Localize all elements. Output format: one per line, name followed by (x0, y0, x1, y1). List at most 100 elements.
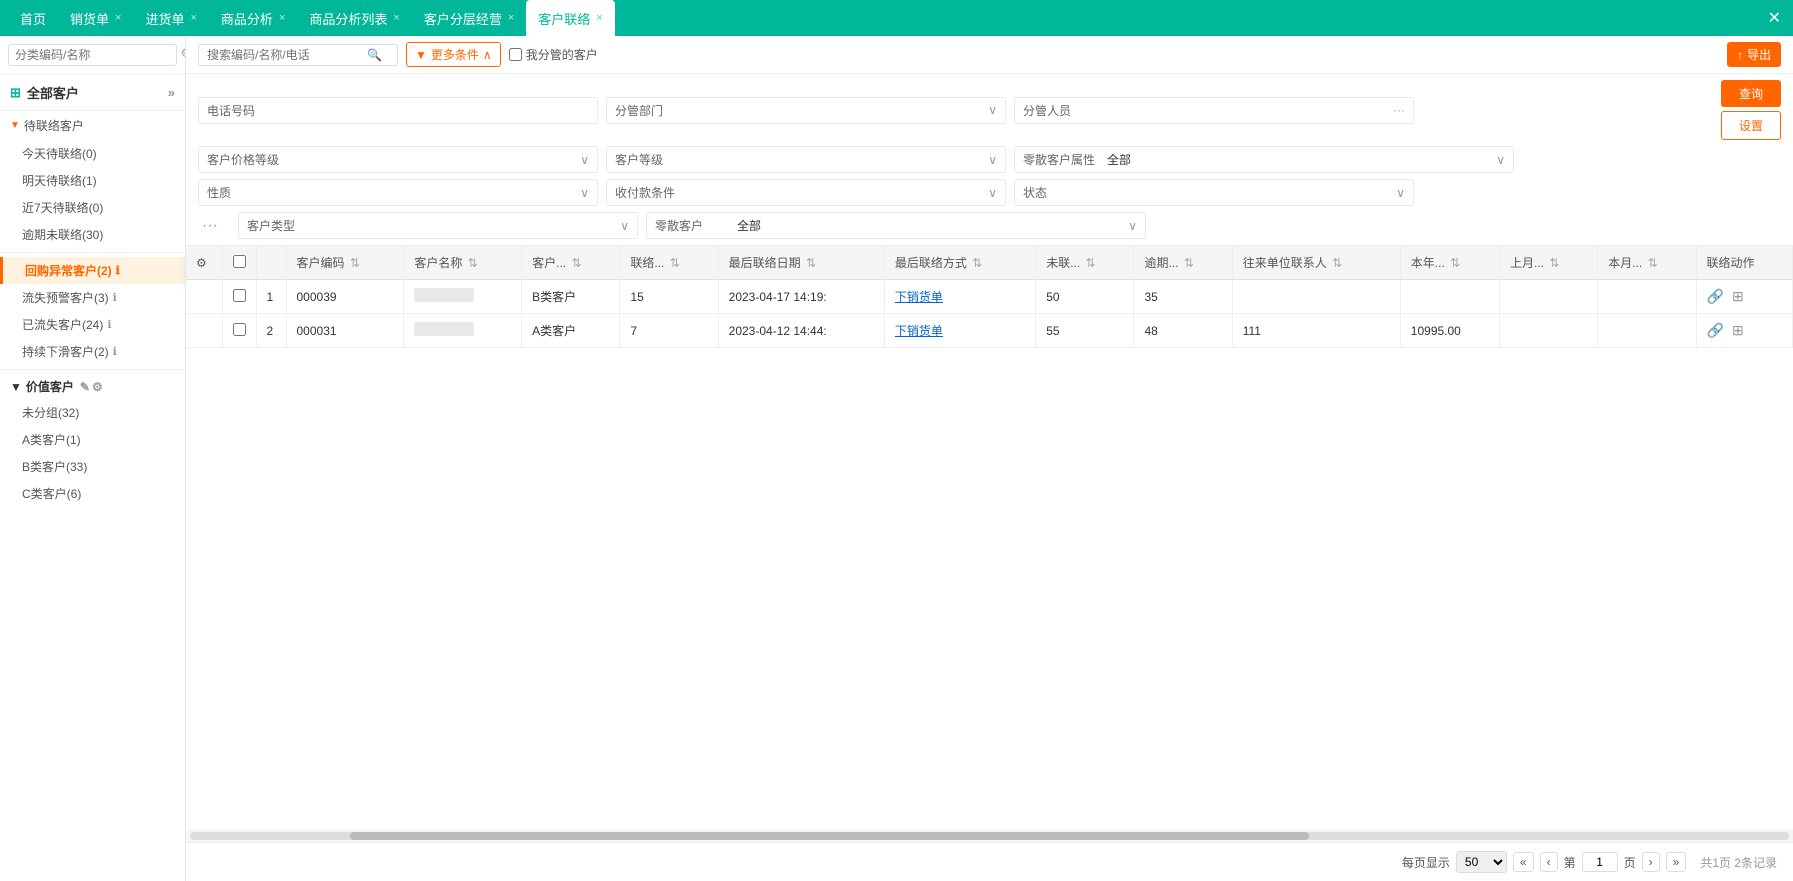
collapse-sidebar-button[interactable]: » (168, 85, 175, 100)
prev-page-button[interactable]: ‹ (1540, 852, 1558, 872)
nav-product-analysis-close[interactable]: × (279, 12, 285, 24)
nav-home[interactable]: 首页 (8, 0, 58, 36)
sidebar-item-tomorrow[interactable]: 明天待联络(1) (0, 167, 185, 194)
filter-status[interactable]: 状态 ∨ (1014, 179, 1414, 206)
query-action-buttons: 查询 设置 (1721, 80, 1781, 140)
nav-product-analysis[interactable]: 商品分析 × (209, 0, 297, 36)
sort-unit-icon[interactable]: ⇅ (1332, 256, 1342, 270)
col-overdue[interactable]: 逾期... ⇅ (1134, 246, 1232, 280)
col-num (256, 246, 286, 280)
last-method-link-1[interactable]: 下销货单 (895, 324, 943, 338)
nav-customer-segmentation-close[interactable]: × (508, 12, 514, 24)
row-select-1[interactable] (233, 323, 246, 336)
col-settings[interactable]: ⚙ (186, 246, 222, 280)
filter-nature[interactable]: 性质 ∨ (198, 179, 598, 206)
sidebar-item-today[interactable]: 今天待联络(0) (0, 140, 185, 167)
more-options-button[interactable]: ··· (198, 217, 222, 235)
sort-type-icon[interactable]: ⇅ (571, 256, 581, 270)
sidebar-item-7days[interactable]: 近7天待联络(0) (0, 194, 185, 221)
sort-date-icon[interactable]: ⇅ (806, 256, 816, 270)
row-contact-1: 7 (620, 314, 718, 348)
sidebar-search-input[interactable] (8, 44, 177, 66)
col-contact[interactable]: 联络... ⇅ (620, 246, 718, 280)
main-search-icon[interactable]: 🔍 (367, 48, 382, 62)
select-all-checkbox[interactable] (233, 255, 246, 268)
sidebar-item-declining[interactable]: 持续下滑客户(2) ℹ (0, 338, 185, 365)
nav-customer-segmentation[interactable]: 客户分层经营 × (412, 0, 526, 36)
query-button[interactable]: 查询 (1721, 80, 1781, 107)
sidebar-item-churned[interactable]: 已流失客户(24) ℹ (0, 311, 185, 338)
filter-customer-level[interactable]: 客户等级 ∨ (606, 146, 1006, 173)
nav-sales[interactable]: 销货单 × (58, 0, 133, 36)
row-checkbox-0 (222, 280, 256, 314)
action-link-icon-1[interactable]: 🔗 (1707, 322, 1724, 339)
grid-icon: ⊞ (10, 85, 21, 101)
sidebar-item-overdue[interactable]: 逾期未联络(30) (0, 221, 185, 248)
sidebar-item-unclassified[interactable]: 未分组(32) (0, 399, 185, 426)
sidebar-item-churn-warning[interactable]: 流失预警客户(3) ℹ (0, 284, 185, 311)
col-this-month[interactable]: 本月... ⇅ (1598, 246, 1696, 280)
next-page-button[interactable]: › (1642, 852, 1660, 872)
sort-year-icon[interactable]: ⇅ (1450, 256, 1460, 270)
col-type[interactable]: 客户... ⇅ (522, 246, 620, 280)
sort-method-icon[interactable]: ⇅ (972, 256, 982, 270)
sort-code-icon[interactable]: ⇅ (350, 256, 360, 270)
sort-name-icon[interactable]: ⇅ (468, 256, 478, 270)
col-this-year[interactable]: 本年... ⇅ (1400, 246, 1499, 280)
col-name[interactable]: 客户名称 ⇅ (404, 246, 522, 280)
sort-this-month-icon[interactable]: ⇅ (1648, 256, 1658, 270)
nav-product-analysis-list-close[interactable]: × (393, 12, 399, 24)
filter-payment[interactable]: 收付款条件 ∨ (606, 179, 1006, 206)
main-search-input[interactable] (207, 48, 367, 62)
col-last-contact-method[interactable]: 最后联络方式 ⇅ (884, 246, 1035, 280)
sidebar-divider-1 (0, 252, 185, 253)
edit-icon[interactable]: ✎ (80, 380, 90, 394)
close-all-tabs-button[interactable]: ✕ (1768, 8, 1781, 28)
nav-product-analysis-list[interactable]: 商品分析列表 × (297, 0, 411, 36)
action-grid-icon-1[interactable]: ⊞ (1732, 322, 1744, 339)
first-page-button[interactable]: « (1513, 852, 1534, 872)
export-button[interactable]: ↑ 导出 (1727, 42, 1781, 67)
last-page-button[interactable]: » (1666, 852, 1687, 872)
col-uncontacted[interactable]: 未联... ⇅ (1036, 246, 1134, 280)
col-unit-contact[interactable]: 往来单位联系人 ⇅ (1232, 246, 1400, 280)
nav-purchase[interactable]: 进货单 × (133, 0, 208, 36)
filter-phone-input[interactable] (281, 103, 589, 117)
scroll-thumb[interactable] (350, 832, 1309, 840)
nav-purchase-close[interactable]: × (190, 12, 196, 24)
col-code[interactable]: 客户编码 ⇅ (286, 246, 404, 280)
settings-icon-value[interactable]: ⚙ (92, 380, 103, 394)
nav-sales-close[interactable]: × (115, 12, 121, 24)
my-customers-checkbox[interactable] (509, 48, 522, 61)
col-last-month[interactable]: 上月... ⇅ (1499, 246, 1597, 280)
page-number-input[interactable] (1582, 852, 1618, 872)
filter-customer-type[interactable]: 客户类型 ∨ (238, 212, 638, 239)
nav-customer-contact[interactable]: 客户联络 × (526, 0, 614, 36)
nav-customer-contact-close[interactable]: × (596, 12, 602, 24)
filter-retail-customer[interactable]: 零散客户 全部 ∨ (646, 212, 1146, 239)
filter-department[interactable]: 分管部门 ∨ (606, 97, 1006, 124)
sidebar-search-icon[interactable]: 🔍 (181, 48, 186, 62)
row-select-0[interactable] (233, 289, 246, 302)
filter-retail-property[interactable]: 零散客户属性 全部 ∨ (1014, 146, 1514, 173)
sidebar-item-class-b[interactable]: B类客户(33) (0, 453, 185, 480)
value-customers-group[interactable]: ▼ 价值客户 ✎ ⚙ (0, 374, 185, 399)
more-filters-button[interactable]: ▼ 更多条件 ∧ (406, 42, 501, 67)
filter-price-level[interactable]: 客户价格等级 ∨ (198, 146, 598, 173)
sort-contact-icon[interactable]: ⇅ (670, 256, 680, 270)
pending-contact-group[interactable]: ▼ 待联络客户 (0, 111, 185, 140)
sort-last-month-icon[interactable]: ⇅ (1549, 256, 1559, 270)
horizontal-scrollbar[interactable] (186, 830, 1793, 842)
setting-button[interactable]: 设置 (1721, 111, 1781, 140)
sidebar-item-class-c[interactable]: C类客户(6) (0, 480, 185, 507)
page-size-select[interactable]: 50 100 200 (1456, 851, 1507, 873)
action-grid-icon-0[interactable]: ⊞ (1732, 288, 1744, 305)
sort-uncontacted-icon[interactable]: ⇅ (1086, 256, 1096, 270)
col-last-contact-date[interactable]: 最后联络日期 ⇅ (718, 246, 884, 280)
sidebar-item-abnormal-repurchase[interactable]: 回购异常客户(2) ℹ (0, 257, 185, 284)
sidebar-item-class-a[interactable]: A类客户(1) (0, 426, 185, 453)
last-method-link-0[interactable]: 下销货单 (895, 290, 943, 304)
action-link-icon-0[interactable]: 🔗 (1707, 288, 1724, 305)
sort-overdue-icon[interactable]: ⇅ (1184, 256, 1194, 270)
filter-manager[interactable]: 分管人员 ··· (1014, 97, 1414, 124)
